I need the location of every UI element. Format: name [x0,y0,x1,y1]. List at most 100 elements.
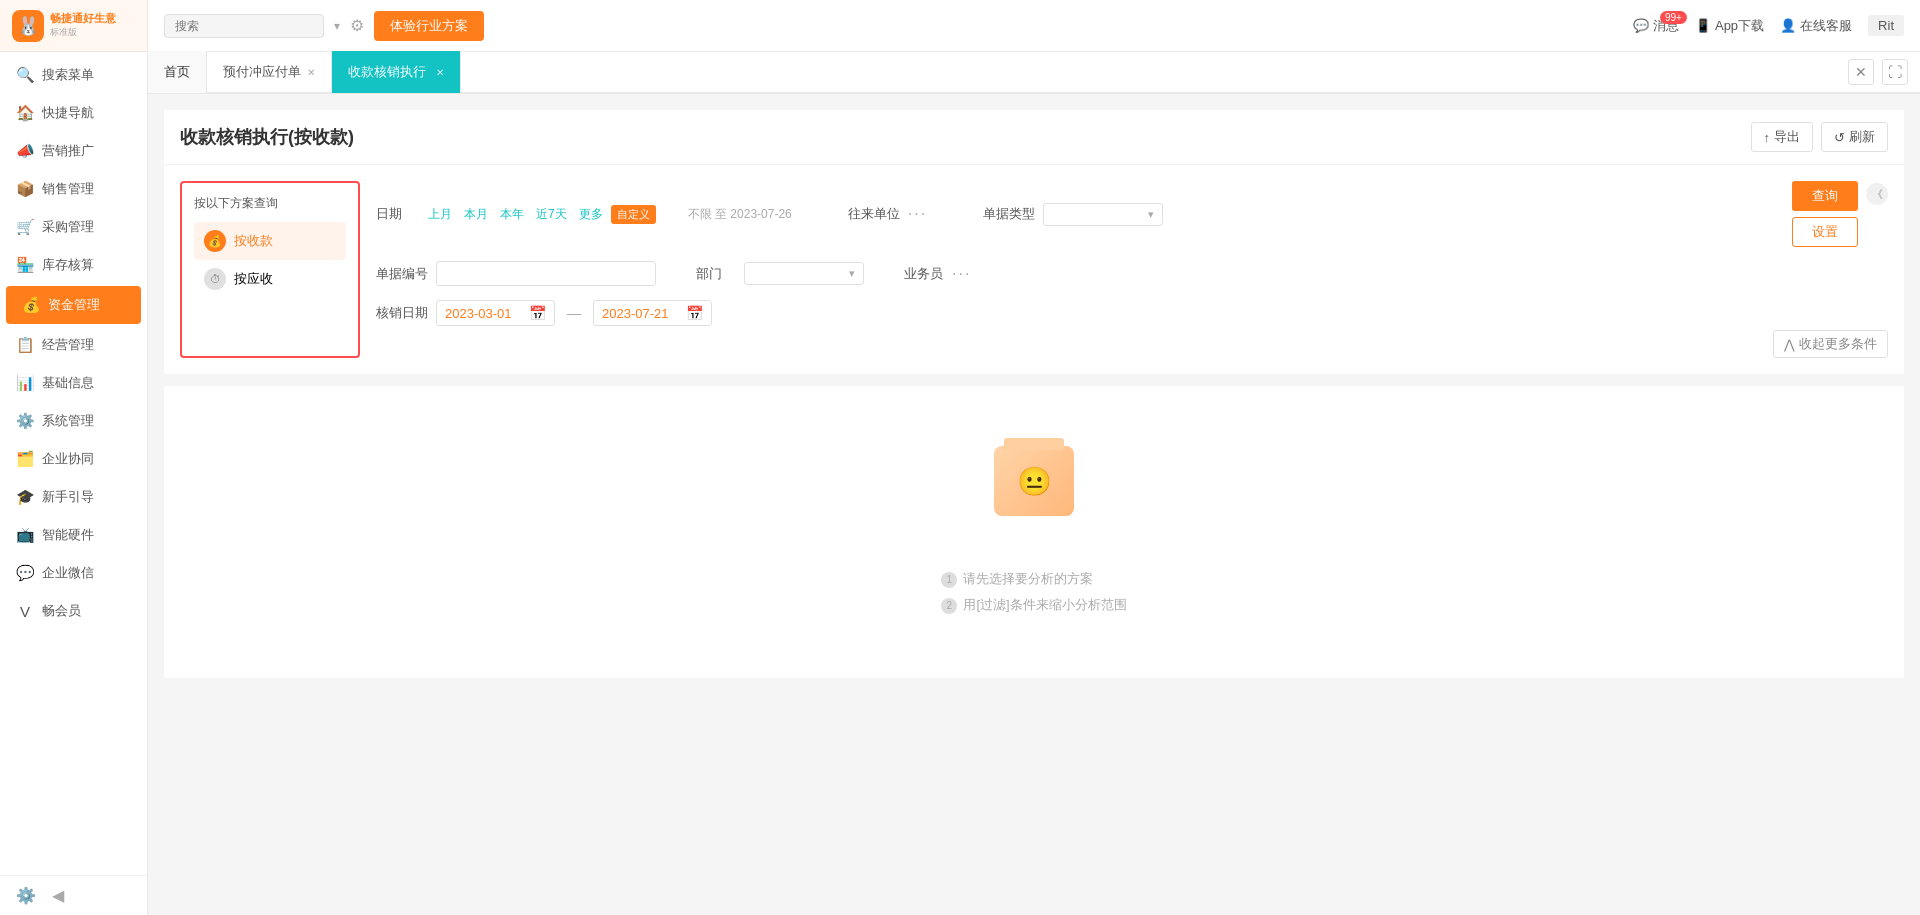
sidebar-item-system[interactable]: ⚙️ 系统管理 [0,402,147,440]
topbar-left: ▾ ⚙ 体验行业方案 [164,11,484,41]
tab-receipt-offset-label: 收款核销执行 [348,63,426,81]
basic-info-label: 基础信息 [42,374,94,392]
expand-btn[interactable]: ⛶ [1882,59,1908,85]
tabbar: 首页 预付冲应付单 ✕ 收款核销执行 ✕ ✕ ⛶ [148,52,1920,94]
filter-option-receipt-label: 按收款 [234,232,273,250]
guide-label: 新手引导 [42,488,94,506]
sidebar-item-enterprise[interactable]: 🗂️企业协同 [0,440,147,478]
sidebar-item-inventory[interactable]: 🏪库存核算 [0,246,147,284]
salesperson-field: 业务员 ··· [904,265,971,283]
export-btn[interactable]: ↑ 导出 [1751,122,1814,152]
calendar-start-icon[interactable]: 📅 [529,305,546,321]
sidebar-item-member[interactable]: V畅会员 [0,592,147,630]
settings-icon[interactable]: ⚙️ [16,886,36,905]
doc-number-input[interactable] [436,261,656,286]
verify-date-start-box: 📅 [436,300,555,326]
collapse-more-btn[interactable]: ⋀ 收起更多条件 [1773,330,1888,358]
sidebar-item-basic-info[interactable]: 📊 基础信息 [0,364,147,402]
collapse-sidebar-icon[interactable]: ◀ [52,886,64,905]
system-icon: ⚙️ [16,412,34,430]
filter-option-receipt[interactable]: 💰 按收款 [194,222,346,260]
empty-state: 😐 请先选择要分析的方案 用[过滤]条件来缩小分析范围 [164,386,1904,678]
sidebar-item-guide[interactable]: 🎓新手引导 [0,478,147,516]
date-shortcut-more[interactable]: 更多 [575,204,607,225]
sidebar-item-finance[interactable]: 💰 资金管理 [6,286,141,324]
verify-date-end-input[interactable] [602,306,682,321]
basic-info-icon: 📊 [16,374,34,392]
empty-text-list: 请先选择要分析的方案 用[过滤]条件来缩小分析范围 [941,566,1126,618]
verify-date-field: 核销日期 📅 — 📅 [376,300,712,326]
collapse-more-label: 收起更多条件 [1799,335,1877,353]
date-range-display: 不限 至 2023-07-26 [688,206,792,223]
message-badge: 99+ [1660,11,1687,24]
sidebar-item-wechat[interactable]: 💬企业微信 [0,554,147,592]
date-shortcut-7days[interactable]: 近7天 [532,204,571,225]
date-shortcut-thismonth[interactable]: 本月 [460,204,492,225]
salesperson-label: 业务员 [904,265,944,283]
counterparty-label: 往来单位 [848,205,900,223]
salesperson-more-icon[interactable]: ··· [952,265,971,283]
sidebar-item-search-menu[interactable]: 🔍搜索菜单 [0,56,147,94]
counterparty-more-icon[interactable]: ··· [908,205,927,223]
finance-icon: 💰 [22,296,40,314]
search-input[interactable] [164,14,324,38]
content-area: 收款核销执行(按收款) ↑ 导出 ↺ 刷新 按以下方案查询 💰 按收款 [148,94,1920,915]
refresh-btn[interactable]: ↺ 刷新 [1821,122,1888,152]
date-shortcut-lastmonth[interactable]: 上月 [424,204,456,225]
finance-label: 资金管理 [48,296,100,314]
close-tab-btn[interactable]: ✕ [1848,59,1874,85]
calendar-end-icon[interactable]: 📅 [686,305,703,321]
chevron-down-dept-icon: ▾ [849,267,855,280]
marketing-icon: 📣 [16,142,34,160]
department-field: 部门 ▾ [696,262,864,285]
sidebar-item-hardware[interactable]: 📺智能硬件 [0,516,147,554]
industry-btn[interactable]: 体验行业方案 [374,11,484,41]
empty-hint-2: 用[过滤]条件来缩小分析范围 [941,592,1126,618]
member-icon: V [16,603,34,620]
verify-date-label: 核销日期 [376,304,428,322]
filter-left-panel: 按以下方案查询 💰 按收款 ⏱ 按应收 [180,181,360,358]
download-icon: 📱 [1695,18,1711,33]
business-label: 经营管理 [42,336,94,354]
verify-date-end-box: 📅 [593,300,712,326]
gear-icon[interactable]: ⚙ [350,16,364,35]
enterprise-icon: 🗂️ [16,450,34,468]
chevron-down-icon: ▾ [1148,208,1154,221]
sidebar-logo: 🐰 畅捷通好生意 标准版 [0,0,147,52]
sidebar-item-sales[interactable]: 📦销售管理 [0,170,147,208]
verify-date-start-input[interactable] [445,306,525,321]
tab-receipt-offset-close[interactable]: ✕ [436,67,444,78]
department-select[interactable]: ▾ [744,262,864,285]
receipt-icon: 💰 [204,230,226,252]
settings-btn[interactable]: 设置 [1792,217,1858,247]
system-label: 系统管理 [42,412,94,430]
tab-prepay-offset-close[interactable]: ✕ [307,67,315,78]
user-display[interactable]: Rit [1868,15,1904,36]
tab-home[interactable]: 首页 [148,51,207,93]
date-separator: — [563,305,585,321]
sidebar-item-quick-nav[interactable]: 🏠快捷导航 [0,94,147,132]
department-label: 部门 [696,265,736,283]
date-custom-badge[interactable]: 自定义 [611,205,656,224]
sidebar-item-purchase[interactable]: 🛒采购管理 [0,208,147,246]
page-actions: ↑ 导出 ↺ 刷新 [1751,122,1889,152]
collapse-btn[interactable]: 《 [1866,183,1888,205]
filter-option-receivable[interactable]: ⏱ 按应收 [194,260,346,298]
sidebar-item-business[interactable]: 📋经营管理 [0,326,147,364]
topbar-right: 💬 消息 99+ 📱 App下载 👤 在线客服 Rit [1633,15,1904,36]
tab-receipt-offset[interactable]: 收款核销执行 ✕ [332,51,461,93]
message-btn[interactable]: 💬 消息 99+ [1633,17,1679,35]
tab-prepay-offset[interactable]: 预付冲应付单 ✕ [207,51,332,93]
receivable-icon: ⏱ [204,268,226,290]
query-btn[interactable]: 查询 [1792,181,1858,211]
date-shortcut-thisyear[interactable]: 本年 [496,204,528,225]
tab-home-label: 首页 [164,63,190,81]
collapse-more-btn-area: ⋀ 收起更多条件 [376,330,1888,358]
doc-type-select[interactable]: ▾ [1043,203,1163,226]
app-download-btn[interactable]: 📱 App下载 [1695,17,1764,35]
customer-service-btn[interactable]: 👤 在线客服 [1780,17,1852,35]
filter-left-title: 按以下方案查询 [194,195,346,212]
sales-icon: 📦 [16,180,34,198]
sidebar-item-marketing[interactable]: 📣营销推广 [0,132,147,170]
service-icon: 👤 [1780,18,1796,33]
